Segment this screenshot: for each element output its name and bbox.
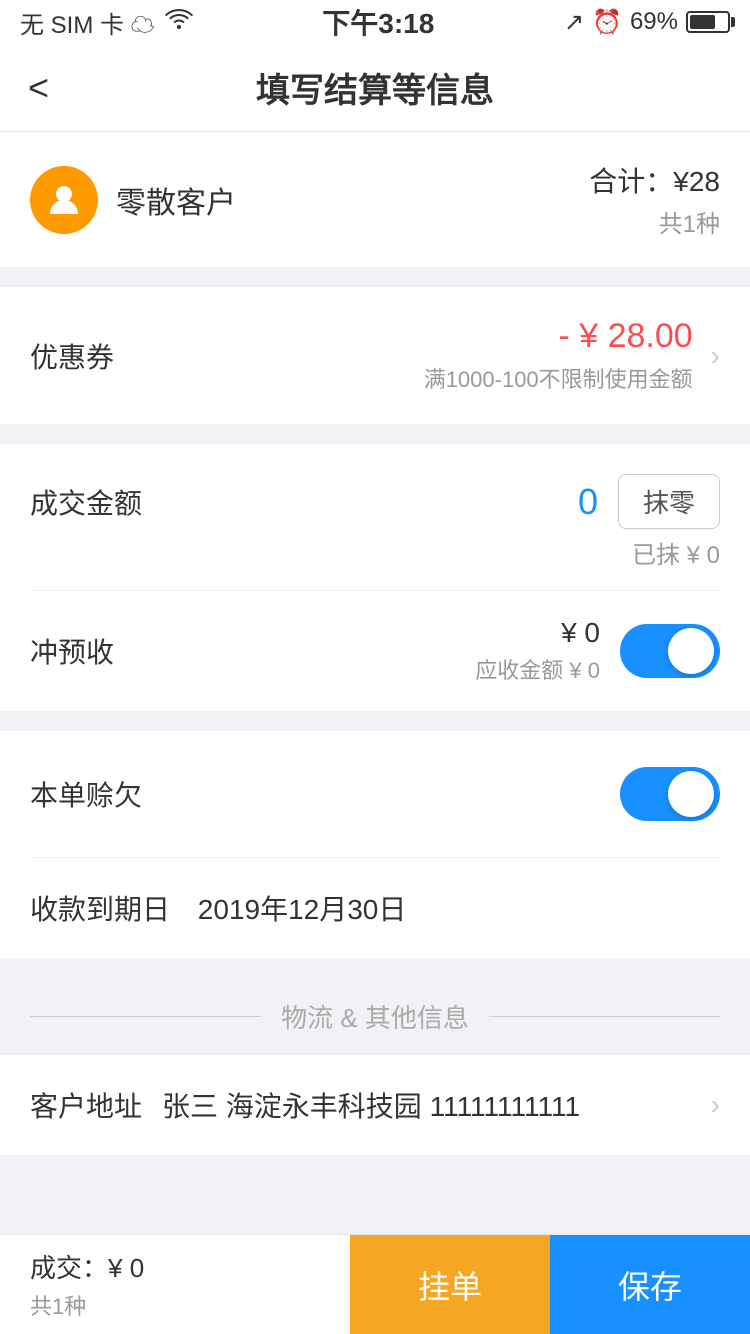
location-icon: ↗ — [564, 8, 584, 37]
deal-amount-label: 成交金额 — [30, 482, 142, 522]
sim-label: 无 SIM 卡 ☁ — [20, 5, 155, 40]
battery-percent: 69% — [630, 8, 678, 36]
save-button[interactable]: 保存 — [550, 1235, 750, 1334]
bottom-count: 共1种 — [30, 1289, 350, 1321]
bottom-deal-label: 成交： — [30, 1253, 108, 1283]
back-button[interactable]: < — [28, 67, 49, 109]
due-date-row[interactable]: 收款到期日 2019年12月30日 — [0, 858, 750, 958]
nav-bar: < 填写结算等信息 — [0, 44, 750, 132]
bottom-deal: 成交：¥ 0 — [30, 1248, 350, 1285]
bottom-deal-value: ¥ 0 — [108, 1253, 144, 1283]
status-right: ↗ ⏰ 69% — [564, 8, 730, 37]
deal-amount-row: 成交金额 0 抹零 已抹 ¥ 0 — [0, 444, 750, 590]
prepay-amount: ¥ 0 — [475, 617, 600, 649]
customer-left: 零散客户 — [30, 166, 236, 234]
credit-section: 本单赊欠 收款到期日 2019年12月30日 — [0, 731, 750, 958]
alarm-icon: ⏰ — [592, 8, 622, 37]
logistics-text: 物流 & 其他信息 — [281, 998, 469, 1035]
round-zero-button[interactable]: 抹零 — [618, 474, 720, 529]
chevron-right-icon: › — [711, 340, 720, 372]
address-label: 客户地址 — [30, 1085, 142, 1125]
customer-count: 共1种 — [589, 204, 720, 239]
due-date-value: 2019年12月30日 — [198, 894, 407, 925]
credit-toggle-thumb — [668, 771, 714, 817]
address-section: 客户地址 张三 海淀永丰科技园 11111111111 › — [0, 1055, 750, 1155]
customer-section: 零散客户 合计：¥28 共1种 — [0, 132, 750, 267]
due-date-label: 收款到期日 — [30, 894, 170, 925]
toggle-thumb — [668, 628, 714, 674]
credit-label: 本单赊欠 — [30, 774, 142, 814]
deal-value[interactable]: 0 — [538, 481, 598, 523]
hang-order-button[interactable]: 挂单 — [350, 1235, 550, 1334]
customer-row[interactable]: 零散客户 合计：¥28 共1种 — [0, 132, 750, 267]
bottom-summary: 成交：¥ 0 共1种 — [0, 1235, 350, 1334]
page-title: 填写结算等信息 — [256, 63, 494, 112]
battery-icon — [686, 11, 730, 33]
address-row[interactable]: 客户地址 张三 海淀永丰科技园 11111111111 › — [0, 1055, 750, 1155]
wifi-icon — [165, 8, 193, 36]
prepay-label: 冲预收 — [30, 631, 114, 671]
coupon-description: 满1000-100不限制使用金额 — [424, 362, 693, 394]
prepay-toggle[interactable] — [620, 624, 720, 678]
content-area: 零散客户 合计：¥28 共1种 优惠券 - ¥ 28.00 满1000-100不… — [0, 132, 750, 1285]
prepay-amounts: ¥ 0 应收金额 ¥ 0 — [475, 617, 600, 685]
prepay-row: 冲预收 ¥ 0 应收金额 ¥ 0 — [0, 591, 750, 711]
address-chevron-icon: › — [711, 1089, 720, 1121]
deal-sub-text: 已抹 ¥ 0 — [30, 535, 720, 580]
coupon-row[interactable]: 优惠券 - ¥ 28.00 满1000-100不限制使用金额 › — [0, 287, 750, 424]
coupon-label: 优惠券 — [30, 336, 114, 376]
coupon-section: 优惠券 - ¥ 28.00 满1000-100不限制使用金额 › — [0, 287, 750, 424]
logistics-divider: 物流 & 其他信息 — [0, 978, 750, 1055]
divider-line-left — [30, 1016, 261, 1017]
customer-right: 合计：¥28 共1种 — [589, 160, 720, 239]
status-bar: 无 SIM 卡 ☁ 下午3:18 ↗ ⏰ 69% — [0, 0, 750, 44]
credit-toggle[interactable] — [620, 767, 720, 821]
customer-name: 零散客户 — [116, 178, 236, 222]
prepay-due: 应收金额 ¥ 0 — [475, 653, 600, 685]
prepay-right: ¥ 0 应收金额 ¥ 0 — [475, 617, 720, 685]
avatar — [30, 166, 98, 234]
deal-section: 成交金额 0 抹零 已抹 ¥ 0 冲预收 ¥ 0 应收金额 ¥ 0 — [0, 444, 750, 711]
address-left: 客户地址 张三 海淀永丰科技园 11111111111 — [30, 1085, 580, 1125]
credit-row: 本单赊欠 — [0, 731, 750, 857]
divider-line-right — [489, 1016, 720, 1017]
coupon-amount: - ¥ 28.00 — [424, 317, 693, 356]
time-label: 下午3:18 — [322, 2, 434, 42]
customer-total: 合计：¥28 — [589, 160, 720, 200]
address-value: 张三 海淀永丰科技园 11111111111 — [162, 1085, 580, 1125]
deal-input-wrap: 0 抹零 — [538, 474, 720, 529]
bottom-bar: 成交：¥ 0 共1种 挂单 保存 — [0, 1234, 750, 1334]
status-left: 无 SIM 卡 ☁ — [20, 5, 193, 40]
coupon-right: - ¥ 28.00 满1000-100不限制使用金额 › — [424, 317, 720, 394]
coupon-info: - ¥ 28.00 满1000-100不限制使用金额 — [424, 317, 693, 394]
